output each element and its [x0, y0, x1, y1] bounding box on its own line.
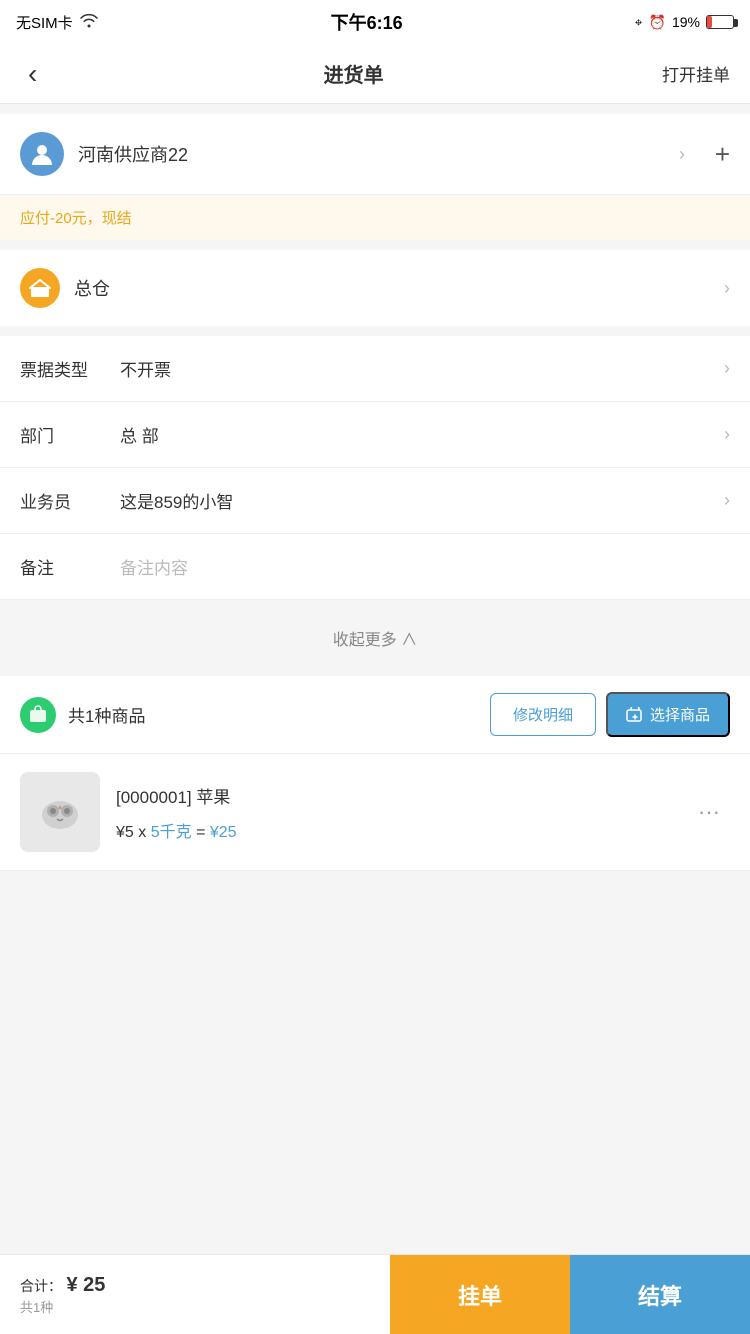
product-item: [0000001] 苹果 ¥5 x 5千克 = ¥25 ···	[0, 754, 750, 871]
checkout-button[interactable]: 结算	[570, 1255, 750, 1334]
product-icon	[20, 697, 56, 733]
battery-text: 19%	[672, 14, 700, 30]
product-menu-button[interactable]: ···	[688, 795, 730, 829]
department-label: 部门	[20, 422, 110, 447]
department-chevron-icon: ›	[724, 424, 730, 445]
back-button[interactable]: ‹	[20, 50, 45, 98]
product-name: [0000001] 苹果	[116, 783, 688, 808]
total-label: 合计：	[20, 1278, 62, 1294]
page-title: 进货单	[324, 59, 384, 88]
footer-total: 合计： ¥ 25 共1种	[0, 1274, 390, 1316]
checkout-label: 结算	[638, 1279, 682, 1311]
remark-label: 备注	[20, 554, 110, 579]
product-price: ¥5 x 5千克 = ¥25	[116, 818, 688, 842]
price-multiply: x	[138, 824, 150, 841]
open-suspend-button[interactable]: 打开挂单	[662, 61, 730, 86]
price-value: ¥5	[116, 824, 134, 841]
supplier-name: 河南供应商22	[78, 141, 679, 167]
product-thumbnail	[20, 772, 100, 852]
product-quantity: 5千克	[151, 824, 192, 841]
status-right: ⌖ ⏰ 19%	[635, 14, 734, 31]
invoice-type-chevron-icon: ›	[724, 358, 730, 379]
warehouse-icon	[20, 268, 60, 308]
spacer-1	[0, 104, 750, 114]
salesperson-row[interactable]: 业务员 这是859的小智 ›	[0, 468, 750, 534]
carrier-text: 无SIM卡	[16, 12, 73, 33]
form-section: 票据类型 不开票 › 部门 总 部 › 业务员 这是859的小智 › 备注 备注…	[0, 336, 750, 600]
add-supplier-button[interactable]: +	[715, 139, 730, 170]
department-value: 总 部	[110, 422, 724, 447]
warehouse-name: 总仓	[74, 275, 724, 301]
warehouse-row[interactable]: 总仓 ›	[0, 250, 750, 326]
salesperson-label: 业务员	[20, 488, 110, 513]
product-header: 共1种商品 修改明细 选择商品	[0, 676, 750, 754]
status-left: 无SIM卡	[16, 12, 99, 33]
edit-detail-button[interactable]: 修改明细	[490, 693, 596, 736]
supplier-row[interactable]: 河南供应商22 › +	[0, 114, 750, 195]
remark-placeholder: 备注内容	[110, 554, 730, 579]
location-icon: ⌖	[635, 14, 643, 31]
footer-total-row: 合计： ¥ 25	[20, 1274, 370, 1297]
supplier-chevron-icon: ›	[679, 144, 685, 165]
invoice-type-label: 票据类型	[20, 356, 110, 381]
product-total: ¥25	[210, 824, 237, 841]
select-product-button[interactable]: 选择商品	[606, 692, 730, 737]
battery-icon	[706, 15, 734, 29]
footer-sub-count: 共1种	[20, 1297, 370, 1316]
select-product-label: 选择商品	[650, 704, 710, 725]
collapse-row[interactable]: 收起更多 ∧	[0, 610, 750, 666]
notice-banner: 应付-20元，现结	[0, 195, 750, 240]
invoice-type-value: 不开票	[110, 356, 724, 381]
suspend-button[interactable]: 挂单	[390, 1255, 570, 1334]
alarm-icon: ⏰	[649, 14, 666, 31]
remark-row[interactable]: 备注 备注内容	[0, 534, 750, 600]
collapse-label: 收起更多 ∧	[333, 632, 417, 649]
department-row[interactable]: 部门 总 部 ›	[0, 402, 750, 468]
price-equals: =	[196, 824, 210, 841]
warehouse-chevron-icon: ›	[724, 278, 730, 299]
total-amount: ¥ 25	[66, 1274, 105, 1296]
status-time: 下午6:16	[331, 9, 403, 35]
salesperson-value: 这是859的小智	[110, 488, 724, 513]
footer: 合计： ¥ 25 共1种 挂单 结算	[0, 1254, 750, 1334]
product-info: [0000001] 苹果 ¥5 x 5千克 = ¥25	[116, 783, 688, 842]
suspend-label: 挂单	[458, 1279, 502, 1311]
supplier-section: 河南供应商22 › + 应付-20元，现结	[0, 114, 750, 240]
product-section: 共1种商品 修改明细 选择商品 [0000001	[0, 676, 750, 871]
invoice-type-row[interactable]: 票据类型 不开票 ›	[0, 336, 750, 402]
product-count: 共1种商品	[68, 702, 490, 727]
salesperson-chevron-icon: ›	[724, 490, 730, 511]
supplier-avatar	[20, 132, 64, 176]
wifi-icon	[79, 12, 99, 32]
nav-bar: ‹ 进货单 打开挂单	[0, 44, 750, 104]
footer-spacer	[0, 881, 750, 971]
status-bar: 无SIM卡 下午6:16 ⌖ ⏰ 19%	[0, 0, 750, 44]
